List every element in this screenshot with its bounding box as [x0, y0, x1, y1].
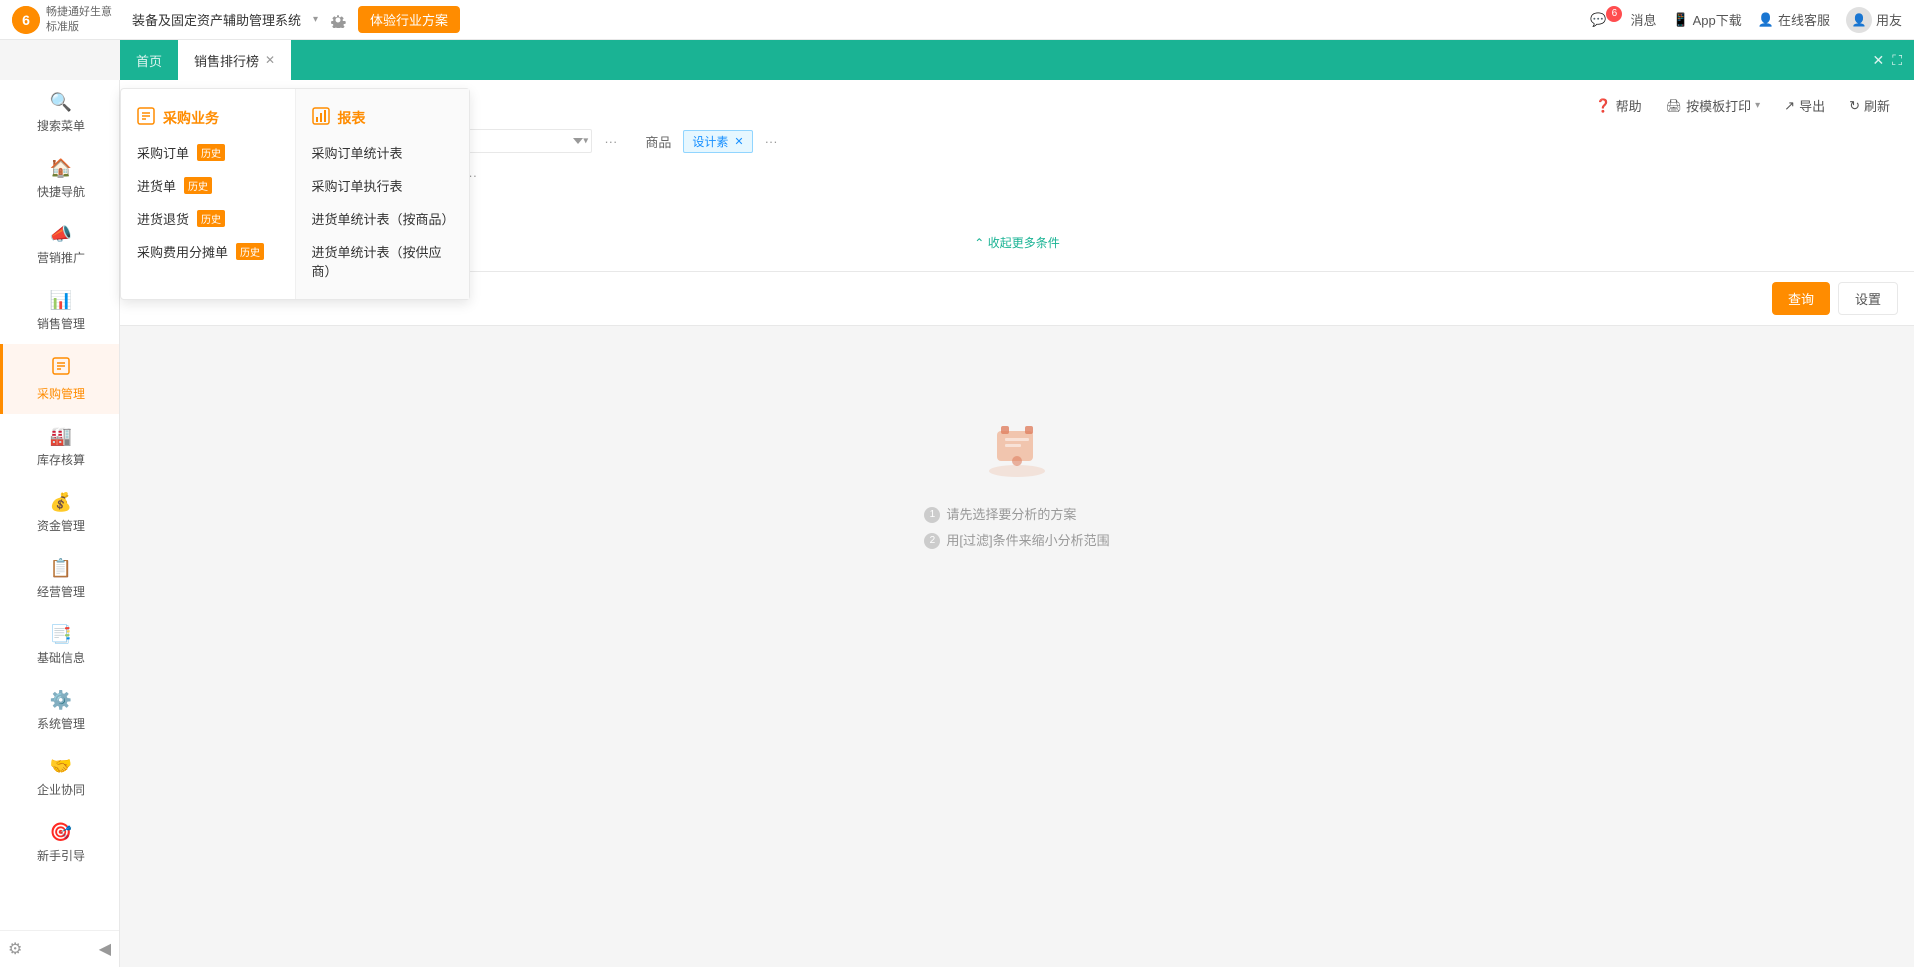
- report-2-label: 采购订单执行表: [312, 176, 403, 195]
- dropdown-item-report-2[interactable]: 采购订单执行表: [296, 169, 470, 202]
- purchase-receipt-label: 进货单: [137, 176, 176, 195]
- report-section-icon: [312, 107, 330, 128]
- purchase-expense-history-badge: 历史: [236, 243, 264, 260]
- dropdown-report-header: 报表: [296, 101, 470, 136]
- dropdown-item-purchase-expense[interactable]: 采购费用分摊单 历史: [121, 235, 295, 268]
- dropdown-purchase-col: 采购业务 采购订单 历史 进货单 历史 进货退货 历史 采购费用分摊单 历史: [121, 89, 296, 299]
- report-3-label: 进货单统计表（按商品）: [312, 209, 454, 228]
- dropdown-purchase-header: 采购业务: [121, 101, 295, 136]
- dropdown-purchase-title: 采购业务: [163, 108, 219, 128]
- purchase-return-history-badge: 历史: [197, 210, 225, 227]
- purchase-order-history-badge: 历史: [197, 144, 225, 161]
- report-1-label: 采购订单统计表: [312, 143, 403, 162]
- purchase-order-label: 采购订单: [137, 143, 189, 162]
- dropdown-item-report-3[interactable]: 进货单统计表（按商品）: [296, 202, 470, 235]
- dropdown-menu: 采购业务 采购订单 历史 进货单 历史 进货退货 历史 采购费用分摊单 历史: [120, 88, 470, 300]
- purchase-section-icon: [137, 107, 155, 128]
- dropdown-report-title: 报表: [338, 108, 366, 128]
- dropdown-item-report-4[interactable]: 进货单统计表（按供应商）: [296, 235, 470, 287]
- report-4-label: 进货单统计表（按供应商）: [312, 242, 454, 280]
- purchase-receipt-history-badge: 历史: [184, 177, 212, 194]
- dropdown-item-report-1[interactable]: 采购订单统计表: [296, 136, 470, 169]
- purchase-expense-label: 采购费用分摊单: [137, 242, 228, 261]
- dropdown-item-purchase-receipt[interactable]: 进货单 历史: [121, 169, 295, 202]
- purchase-return-label: 进货退货: [137, 209, 189, 228]
- dropdown-item-purchase-order[interactable]: 采购订单 历史: [121, 136, 295, 169]
- dropdown-report-col: 报表 采购订单统计表 采购订单执行表 进货单统计表（按商品） 进货单统计表（按供…: [296, 89, 470, 299]
- dropdown-item-purchase-return[interactable]: 进货退货 历史: [121, 202, 295, 235]
